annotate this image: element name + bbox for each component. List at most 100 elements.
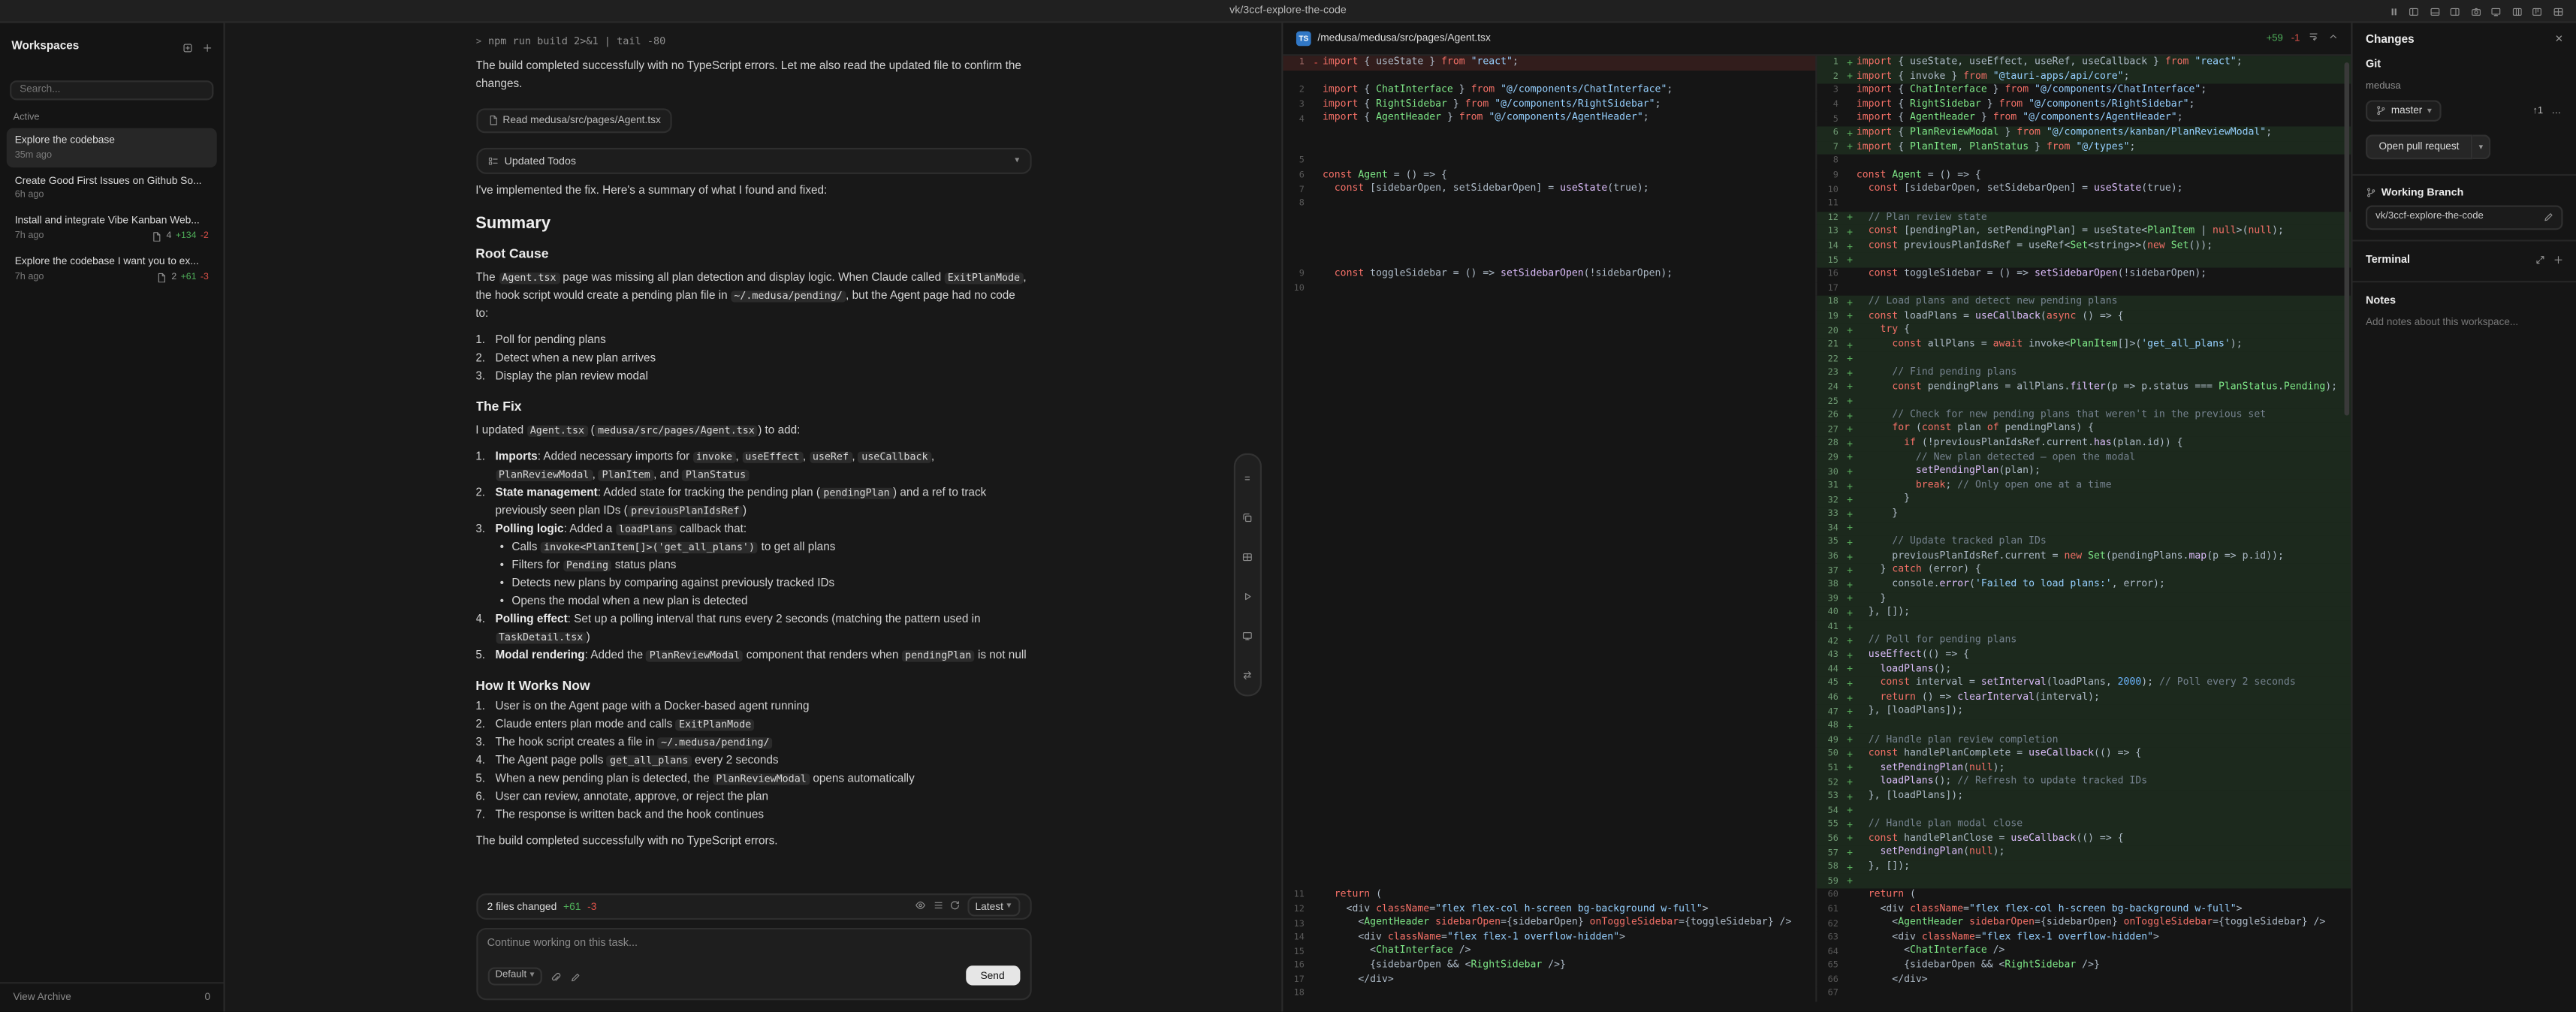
- grid-icon[interactable]: [1242, 541, 1253, 570]
- diff-list-icon[interactable]: [933, 899, 943, 914]
- close-icon[interactable]: ×: [2555, 33, 2562, 47]
- list-item: 3.The hook script creates a file in ~/.m…: [475, 734, 1030, 752]
- workspace-item[interactable]: Create Good First Issues on Github So...…: [7, 168, 217, 206]
- terminal-icon: >: [475, 36, 481, 47]
- diff-body[interactable]: 1-import { useState } from "react";1+imp…: [1283, 56, 2351, 1011]
- copy-icon[interactable]: [1242, 501, 1253, 530]
- diff-marker: +: [1843, 537, 1857, 548]
- mode-dropdown[interactable]: Default ▾: [487, 966, 543, 984]
- todos-collapsible[interactable]: Updated Todos▾: [475, 148, 1030, 174]
- display-icon[interactable]: [2490, 0, 2501, 26]
- diff-row: 15 <ChatInterface />64 <ChatInterface />: [1283, 945, 2351, 959]
- diff-scrollbar[interactable]: [2345, 62, 2350, 415]
- workspace-item[interactable]: Install and integrate Vibe Kanban Web...…: [7, 209, 217, 248]
- display-icon[interactable]: [1242, 619, 1253, 649]
- panel-bottom-icon[interactable]: [2429, 0, 2439, 26]
- add-workspace-button[interactable]: [201, 32, 212, 61]
- branch-selector[interactable]: master ▾: [2366, 100, 2442, 121]
- paragraph: I updated Agent.tsx (medusa/src/pages/Ag…: [475, 422, 1030, 440]
- panel-right-icon[interactable]: [2450, 0, 2460, 26]
- line-number: 5: [1817, 114, 1843, 124]
- wrap-text-icon[interactable]: [2308, 32, 2318, 46]
- diff-row: 41+: [1283, 620, 2351, 634]
- ordered-list: 1.User is on the Agent page with a Docke…: [475, 698, 1030, 824]
- workspace-item[interactable]: Explore the codebase35m ago: [7, 128, 217, 167]
- diff-marker: +: [1843, 509, 1857, 520]
- pause-icon[interactable]: [2388, 0, 2399, 26]
- tool-command[interactable]: >npm run build 2>&1 | tail -80: [475, 36, 1030, 47]
- view-archive-button[interactable]: View Archive 0: [0, 982, 224, 1011]
- titlebar-icons: [2388, 0, 2563, 21]
- edit-icon[interactable]: [570, 961, 581, 990]
- code-line: {sidebarOpen && <RightSidebar />}: [1323, 959, 1566, 974]
- list-item: 4.Polling effect: Set up a polling inter…: [475, 611, 1030, 647]
- latest-dropdown[interactable]: Latest ▾: [967, 896, 1020, 916]
- line-number: 12: [1283, 905, 1309, 914]
- drag-handle-icon[interactable]: [1242, 462, 1253, 491]
- line-number: 41: [1817, 622, 1843, 632]
- diff-marker: +: [1843, 593, 1857, 604]
- composer[interactable]: Continue working on this task... Default…: [475, 928, 1030, 1000]
- code-line: import { RightSidebar } from "@/componen…: [1323, 98, 1661, 113]
- pencil-icon[interactable]: [2542, 212, 2553, 222]
- diff-marker: +: [1843, 777, 1857, 788]
- send-button[interactable]: Send: [966, 965, 1020, 985]
- code-line: const [pendingPlan, setPendingPlan] = us…: [1857, 225, 2284, 239]
- paragraph: The build completed successfully with no…: [475, 58, 1030, 94]
- changes-status-bar[interactable]: 2 files changed +61 -3 Latest ▾: [475, 893, 1030, 920]
- code-line: // Handle plan modal close: [1857, 818, 2022, 833]
- code-line: // Plan review state: [1857, 211, 1987, 225]
- columns-icon[interactable]: [2511, 0, 2522, 26]
- attachment-icon[interactable]: [550, 961, 561, 990]
- kanban-icon[interactable]: [2532, 0, 2542, 26]
- diff-row: 30+ setPendingPlan(plan);: [1283, 465, 2351, 480]
- workspace-diff-badges: 2+61-3: [157, 272, 209, 282]
- camera-icon[interactable]: [2470, 0, 2481, 26]
- diff-panel: TS /medusa/medusa/src/pages/Agent.tsx +5…: [1281, 23, 2352, 1012]
- working-branch-input[interactable]: vk/3ccf-explore-the-code: [2366, 205, 2563, 229]
- chip-label: Read medusa/src/pages/Agent.tsx: [502, 115, 661, 126]
- panel-left-icon[interactable]: [2409, 0, 2419, 26]
- expand-icon[interactable]: [2535, 254, 2545, 268]
- search-input[interactable]: [10, 80, 213, 99]
- working-branch-value: vk/3ccf-explore-the-code: [2375, 212, 2484, 222]
- new-window-icon[interactable]: [182, 32, 193, 61]
- diff-marker: +: [1843, 692, 1857, 703]
- list-item: 1.User is on the Agent page with a Docke…: [475, 698, 1030, 716]
- chat-transcript[interactable]: >npm run build 2>&1 | tail -80 The build …: [475, 23, 1030, 893]
- pr-options-dropdown[interactable]: ▾: [2472, 134, 2491, 159]
- line-number: 15: [1817, 255, 1843, 265]
- compare-icon[interactable]: [1242, 658, 1253, 688]
- diff-marker: +: [1843, 255, 1857, 266]
- line-number: 67: [1817, 989, 1843, 999]
- line-number: 33: [1817, 510, 1843, 520]
- diff-row: 14 <div className="flex flex-1 overflow-…: [1283, 931, 2351, 945]
- open-pull-request-button[interactable]: Open pull request: [2366, 134, 2472, 159]
- floating-toolbar[interactable]: [1234, 453, 1262, 697]
- diff-marker: +: [1843, 495, 1857, 506]
- diff-marker: +: [1843, 325, 1857, 336]
- more-options-icon[interactable]: …: [2551, 106, 2562, 116]
- diff-row: 9 const toggleSidebar = () => setSidebar…: [1283, 267, 2351, 282]
- diff-added-count: +59: [2267, 34, 2283, 44]
- notes-placeholder[interactable]: Add notes about this workspace...: [2366, 317, 2563, 328]
- refresh-icon[interactable]: [950, 899, 961, 914]
- message-input[interactable]: Continue working on this task...: [487, 938, 1020, 949]
- workspace-time: 6h ago: [15, 191, 44, 200]
- play-icon[interactable]: [1242, 580, 1253, 609]
- line-number: 4: [1817, 101, 1843, 110]
- diff-row: 21+ const allPlans = await invoke<PlanIt…: [1283, 338, 2351, 352]
- grid-icon[interactable]: [2552, 0, 2562, 26]
- tool-result-chip[interactable]: Read medusa/src/pages/Agent.tsx: [475, 108, 672, 133]
- collapse-icon[interactable]: [2327, 32, 2338, 46]
- workspace-lines-removed: -2: [201, 231, 209, 241]
- git-section-label: Git: [2366, 59, 2563, 71]
- line-number: 8: [1817, 157, 1843, 167]
- workspace-item[interactable]: Explore the codebase I want you to ex...…: [7, 250, 217, 290]
- changes-panel: Changes × Git medusa master ▾ ↑1 … Open …: [2353, 23, 2576, 1012]
- code-line: const previousPlanIdsRef = useRef<Set<st…: [1857, 239, 2213, 254]
- add-terminal-icon[interactable]: [2552, 254, 2562, 268]
- line-number: 59: [1817, 877, 1843, 887]
- line-number: 2: [1817, 72, 1843, 82]
- eye-icon[interactable]: [915, 899, 926, 914]
